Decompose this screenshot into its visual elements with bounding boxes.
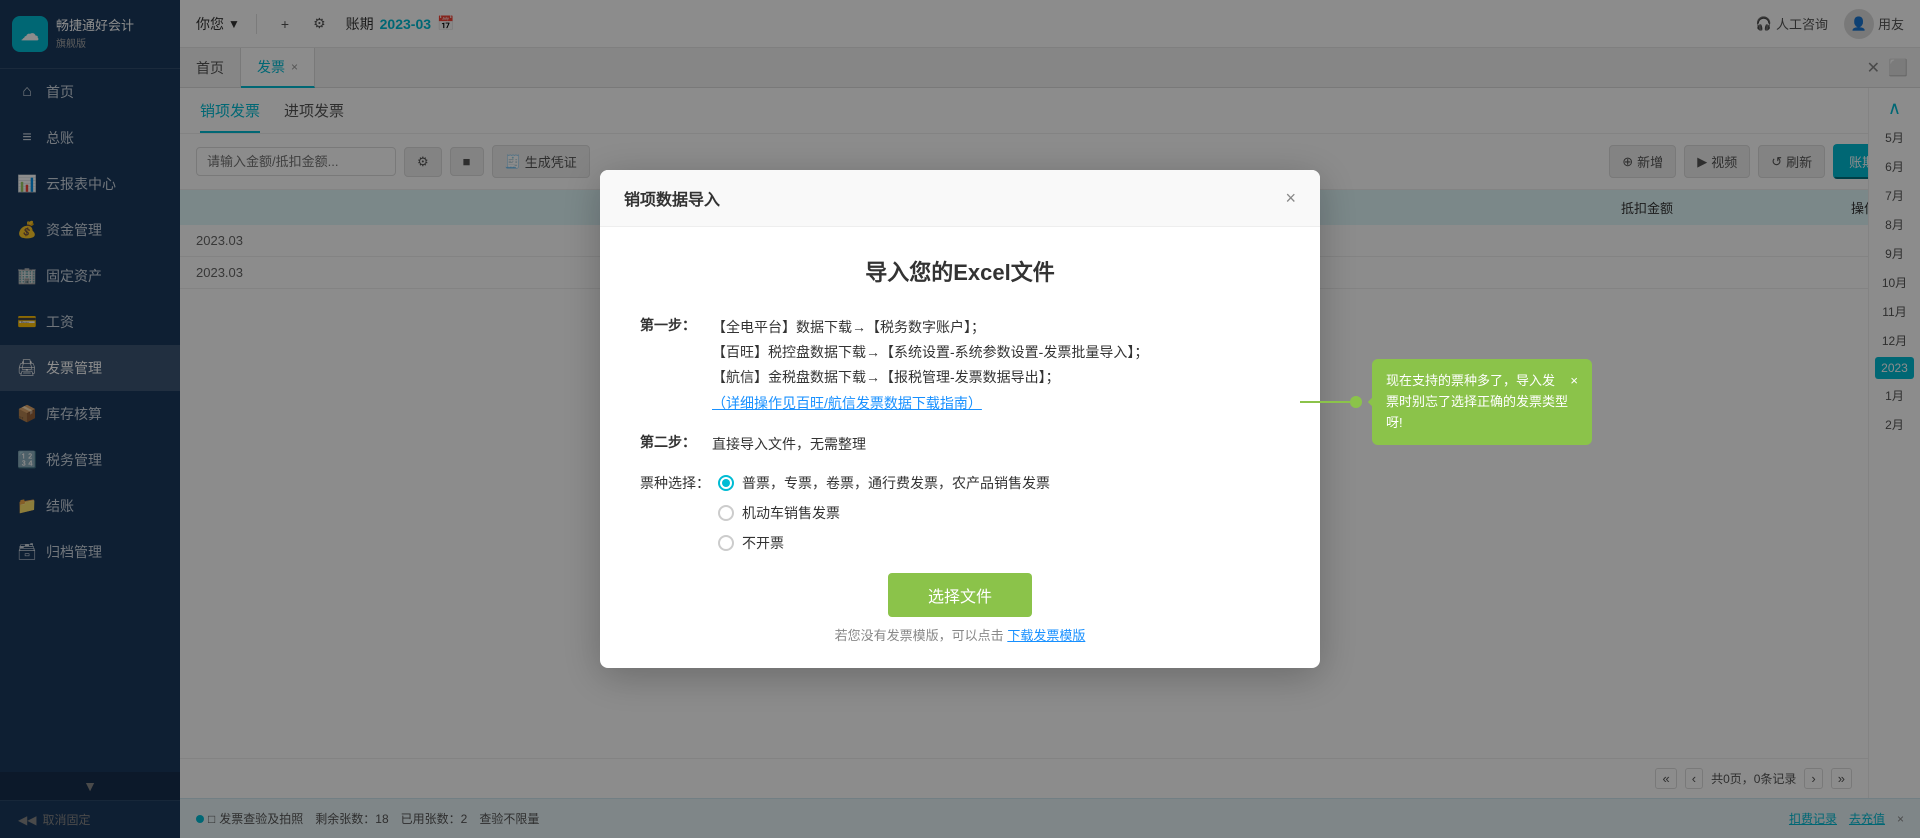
tooltip-dot: [1350, 396, 1362, 408]
radio-general-circle: [718, 475, 734, 491]
tooltip-container: × 现在支持的票种多了，导入发票时别忘了选择正确的发票类型呀!: [1300, 359, 1592, 445]
step2-row: 第二步： 直接导入文件，无需整理: [640, 432, 1280, 457]
radio-motor[interactable]: 机动车销售发票: [718, 503, 1050, 523]
modal-overlay: 销项数据导入 × 导入您的Excel文件 第一步： 【全电平台】数据下载→【税务…: [0, 0, 1920, 838]
modal-close-btn[interactable]: ×: [1285, 188, 1296, 209]
download-template-link[interactable]: 下载发票模版: [1007, 628, 1085, 643]
radio-general[interactable]: 普票，专票，卷票，通行费发票，农产品销售发票: [718, 473, 1050, 493]
tooltip-box: × 现在支持的票种多了，导入发票时别忘了选择正确的发票类型呀!: [1372, 359, 1592, 445]
step1-row: 第一步： 【全电平台】数据下载→【税务数字账户】； 【百旺】税控盘数据下载→【系…: [640, 315, 1280, 416]
select-file-btn[interactable]: 选择文件: [888, 573, 1032, 617]
tooltip-line: [1300, 401, 1350, 403]
modal-title: 销项数据导入: [624, 186, 720, 210]
step1-content: 【全电平台】数据下载→【税务数字账户】； 【百旺】税控盘数据下载→【系统设置-系…: [712, 315, 1148, 416]
ticket-label: 票种选择：: [640, 473, 710, 493]
import-modal: 销项数据导入 × 导入您的Excel文件 第一步： 【全电平台】数据下载→【税务…: [600, 170, 1320, 668]
modal-body: 导入您的Excel文件 第一步： 【全电平台】数据下载→【税务数字账户】； 【百…: [600, 227, 1320, 668]
modal-footer: 若您没有发票模版，可以点击 下载发票模版: [640, 625, 1280, 644]
ticket-options: 普票，专票，卷票，通行费发票，农产品销售发票 机动车销售发票 不开票: [718, 473, 1050, 553]
radio-no-ticket[interactable]: 不开票: [718, 533, 1050, 553]
step2-content: 直接导入文件，无需整理: [712, 432, 866, 457]
radio-no-ticket-circle: [718, 535, 734, 551]
step2-label: 第二步：: [640, 432, 700, 457]
modal-header: 销项数据导入 ×: [600, 170, 1320, 227]
radio-motor-circle: [718, 505, 734, 521]
modal-main-title: 导入您的Excel文件: [640, 255, 1280, 287]
tooltip-arrow: [1362, 396, 1374, 408]
step1-label: 第一步：: [640, 315, 700, 416]
tooltip-close-btn[interactable]: ×: [1570, 371, 1578, 392]
ticket-row: 票种选择： 普票，专票，卷票，通行费发票，农产品销售发票 机动车销售发票 不开票: [640, 473, 1280, 553]
guide-link[interactable]: （详细操作见百旺/航信发票数据下载指南）: [712, 395, 982, 411]
